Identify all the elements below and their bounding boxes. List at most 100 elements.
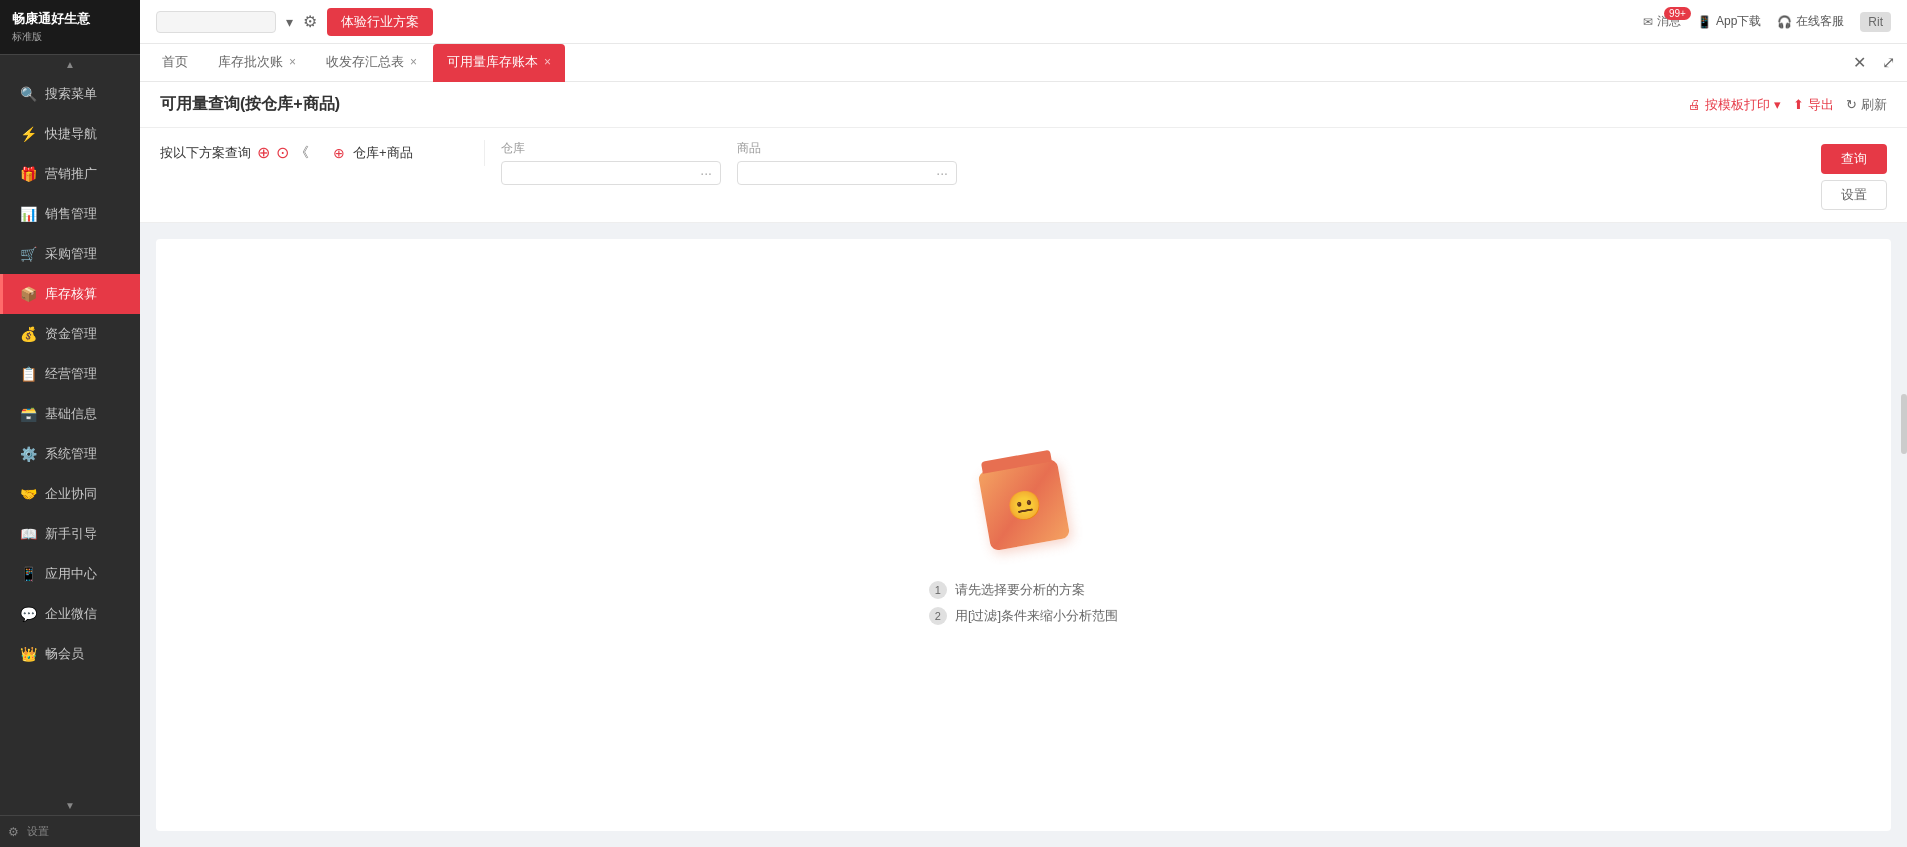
top-header: ▾ ⚙ 体验行业方案 ✉ 消息 99+ 📱 App下载 🎧 在线客服 Rit	[140, 0, 1907, 44]
sidebar-item-enterprise_wechat[interactable]: 💬 企业微信	[0, 594, 140, 634]
sidebar-menu: 🔍 搜索菜单 ⚡ 快捷导航 🎁 营销推广 📊 销售管理 🛒 采购管理 📦 库存核…	[0, 74, 140, 796]
header-dropdown-btn[interactable]: ▾	[286, 14, 293, 30]
print-icon: 🖨	[1688, 97, 1701, 112]
sidebar-bottom-label: 设置	[27, 824, 49, 839]
sidebar-item-marketing[interactable]: 🎁 营销推广	[0, 154, 140, 194]
export-btn[interactable]: ⬆ 导出	[1793, 96, 1834, 114]
message-icon: ✉	[1643, 15, 1653, 29]
online-service-label: 在线客服	[1796, 13, 1844, 30]
main-area: ▾ ⚙ 体验行业方案 ✉ 消息 99+ 📱 App下载 🎧 在线客服 Rit 首…	[140, 0, 1907, 847]
sidebar-item-sales[interactable]: 📊 销售管理	[0, 194, 140, 234]
tab-receipt-summary-close[interactable]: ×	[410, 56, 417, 68]
export-label: 导出	[1808, 96, 1834, 114]
filter-scheme-item[interactable]: ⊕ 仓库+商品	[325, 140, 468, 166]
sidebar-item-label-sales: 销售管理	[45, 205, 97, 223]
system-icon: ⚙️	[19, 445, 37, 463]
page-content: 可用量查询(按仓库+商品) 🖨 按模板打印 ▾ ⬆ 导出 ↻ 刷新	[140, 82, 1907, 847]
query-btn[interactable]: 查询	[1821, 144, 1887, 174]
tab-batch-ledger-label: 库存批次账	[218, 53, 283, 71]
warehouse-dots-btn[interactable]: ···	[700, 165, 712, 181]
empty-box-face: 😐	[1003, 486, 1043, 525]
tab-batch-ledger-close[interactable]: ×	[289, 56, 296, 68]
tab-expand-btn[interactable]: ⤢	[1878, 49, 1899, 76]
print-template-btn[interactable]: 🖨 按模板打印 ▾	[1688, 96, 1781, 114]
product-field-group: 商品 ···	[737, 140, 957, 185]
tab-bar: 首页 库存批次账 × 收发存汇总表 × 可用量库存账本 × ✕ ⤢	[140, 44, 1907, 82]
sidebar-item-label-cooperation: 企业协同	[45, 485, 97, 503]
app-download-btn[interactable]: 📱 App下载	[1697, 13, 1761, 30]
sidebar-item-cooperation[interactable]: 🤝 企业协同	[0, 474, 140, 514]
sidebar-item-purchase[interactable]: 🛒 采购管理	[0, 234, 140, 274]
tab-home-label: 首页	[162, 53, 188, 71]
message-btn[interactable]: ✉ 消息 99+	[1643, 13, 1681, 30]
warehouse-field-group: 仓库 ···	[501, 140, 721, 185]
sidebar-item-label-operations: 经营管理	[45, 365, 97, 383]
app-version: 标准版	[12, 30, 128, 44]
header-gear-btn[interactable]: ⚙	[303, 12, 317, 31]
app_center-icon: 📱	[19, 565, 37, 583]
online-service-btn[interactable]: 🎧 在线客服	[1777, 13, 1844, 30]
tab-receipt-summary-label: 收发存汇总表	[326, 53, 404, 71]
quick_nav-icon: ⚡	[19, 125, 37, 143]
tab-home[interactable]: 首页	[148, 44, 202, 82]
sidebar-item-operations[interactable]: 📋 经营管理	[0, 354, 140, 394]
purchase-icon: 🛒	[19, 245, 37, 263]
scheme-icon: ⊕	[333, 145, 345, 161]
user-avatar[interactable]: Rit	[1860, 12, 1891, 32]
filter-settings-btn[interactable]: ⊙	[276, 145, 289, 161]
sidebar-item-search[interactable]: 🔍 搜索菜单	[0, 74, 140, 114]
warehouse-field-label: 仓库	[501, 140, 721, 157]
tab-available-stock[interactable]: 可用量库存账本 ×	[433, 44, 565, 82]
tip-num-1: 1	[929, 581, 947, 599]
empty-tips: 1 请先选择要分析的方案 2 用[过滤]条件来缩小分析范围	[929, 581, 1118, 625]
sidebar-item-inventory[interactable]: 📦 库存核算	[0, 274, 140, 314]
print-template-label: 按模板打印	[1705, 96, 1770, 114]
filter-add-btn[interactable]: ⊕	[257, 145, 270, 161]
tab-available-stock-close[interactable]: ×	[544, 56, 551, 68]
right-scroll-hint[interactable]	[1901, 394, 1907, 454]
operations-icon: 📋	[19, 365, 37, 383]
sidebar-item-basics[interactable]: 🗃️ 基础信息	[0, 394, 140, 434]
empty-tip-1: 1 请先选择要分析的方案	[929, 581, 1118, 599]
sidebar-item-label-membership: 畅会员	[45, 645, 84, 663]
app-download-label: App下载	[1716, 13, 1761, 30]
sidebar-item-label-quick_nav: 快捷导航	[45, 125, 97, 143]
enterprise_wechat-icon: 💬	[19, 605, 37, 623]
tab-close-btn[interactable]: ✕	[1849, 49, 1870, 76]
sidebar-item-membership[interactable]: 👑 畅会员	[0, 634, 140, 674]
membership-icon: 👑	[19, 645, 37, 663]
sidebar-scroll-down[interactable]: ▼	[0, 796, 140, 815]
sales-icon: 📊	[19, 205, 37, 223]
product-input[interactable]	[746, 166, 932, 181]
sidebar-item-label-purchase: 采购管理	[45, 245, 97, 263]
sidebar-item-finance[interactable]: 💰 资金管理	[0, 314, 140, 354]
tip-num-2: 2	[929, 607, 947, 625]
product-dots-btn[interactable]: ···	[936, 165, 948, 181]
page-title: 可用量查询(按仓库+商品)	[160, 94, 340, 115]
sidebar-item-quick_nav[interactable]: ⚡ 快捷导航	[0, 114, 140, 154]
headset-icon: 🎧	[1777, 15, 1792, 29]
refresh-btn[interactable]: ↻ 刷新	[1846, 96, 1887, 114]
column-settings-btn[interactable]: 设置	[1821, 180, 1887, 210]
sidebar-item-label-app_center: 应用中心	[45, 565, 97, 583]
tip-text-1: 请先选择要分析的方案	[955, 581, 1085, 599]
message-badge: 99+	[1664, 7, 1691, 20]
sidebar-item-label-enterprise_wechat: 企业微信	[45, 605, 97, 623]
sidebar-item-app_center[interactable]: 📱 应用中心	[0, 554, 140, 594]
tab-receipt-summary[interactable]: 收发存汇总表 ×	[312, 44, 431, 82]
sidebar-item-label-finance: 资金管理	[45, 325, 97, 343]
warehouse-input[interactable]	[510, 166, 696, 181]
sidebar-item-onboarding[interactable]: 📖 新手引导	[0, 514, 140, 554]
sidebar-item-label-onboarding: 新手引导	[45, 525, 97, 543]
filter-scheme-list: ⊕ 仓库+商品	[325, 140, 485, 166]
scheme-label: 仓库+商品	[353, 144, 413, 162]
breadcrumb-input[interactable]	[156, 11, 276, 33]
finance-icon: 💰	[19, 325, 37, 343]
header-right: ✉ 消息 99+ 📱 App下载 🎧 在线客服 Rit	[1643, 12, 1891, 32]
sidebar-item-system[interactable]: ⚙️ 系统管理	[0, 434, 140, 474]
sidebar-scroll-up[interactable]: ▲	[0, 55, 140, 74]
tab-batch-ledger[interactable]: 库存批次账 ×	[204, 44, 310, 82]
trial-btn[interactable]: 体验行业方案	[327, 8, 433, 36]
settings-icon: ⚙	[8, 825, 19, 839]
filter-collapse-btn[interactable]: 《	[295, 144, 309, 162]
